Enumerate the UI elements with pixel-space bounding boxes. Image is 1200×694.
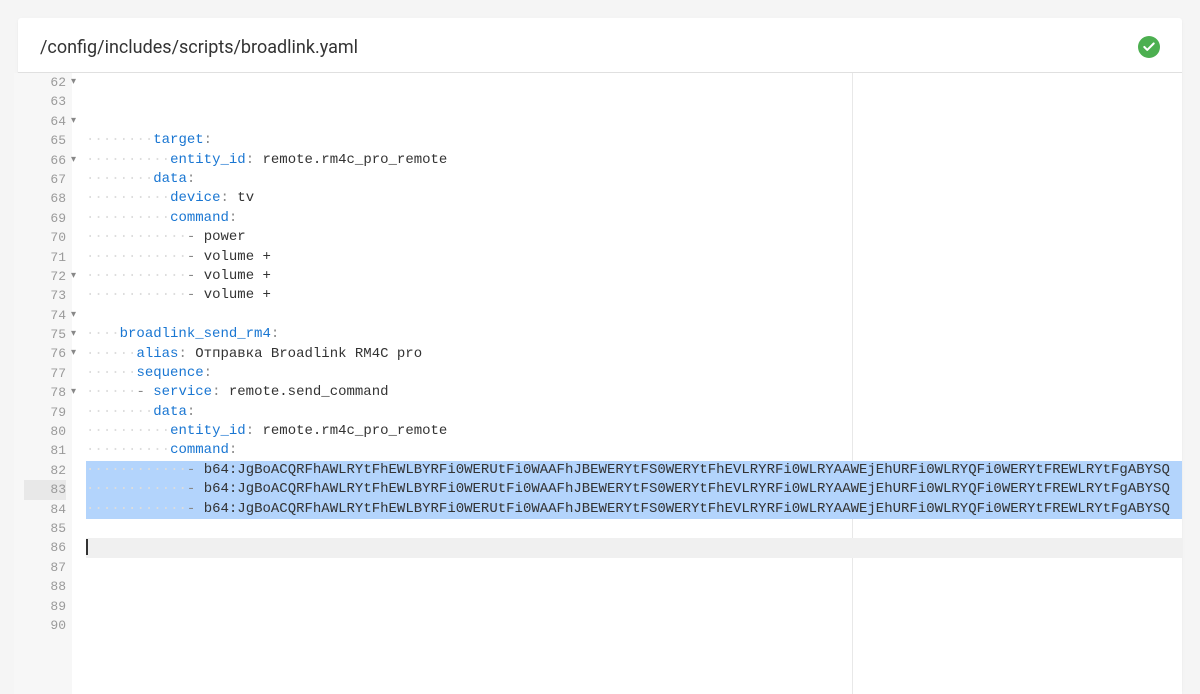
code-editor[interactable]: 6263646566676869707172737475767778798081… (14, 73, 1182, 694)
status-ok-icon (1138, 36, 1160, 58)
line-number[interactable]: 71 (24, 248, 66, 267)
text-cursor (86, 539, 88, 555)
file-path[interactable]: /config/includes/scripts/broadlink.yaml (40, 37, 358, 58)
code-line[interactable]: ··········entity_id: remote.rm4c_pro_rem… (86, 422, 1182, 441)
line-number[interactable]: 84 (24, 500, 66, 519)
line-number[interactable]: 77 (24, 364, 66, 383)
code-line[interactable] (86, 616, 1182, 635)
code-line[interactable]: ··········device: tv (86, 189, 1182, 208)
code-line[interactable]: ······- service: remote.send_command (86, 383, 1182, 402)
line-number[interactable]: 74 (24, 306, 66, 325)
line-number[interactable]: 87 (24, 558, 66, 577)
line-number[interactable]: 64 (24, 112, 66, 131)
code-line[interactable]: ······sequence: (86, 364, 1182, 383)
code-line[interactable] (86, 674, 1182, 693)
code-line[interactable] (86, 558, 1182, 577)
code-line[interactable]: ··········entity_id: remote.rm4c_pro_rem… (86, 151, 1182, 170)
line-number[interactable]: 78 (24, 383, 66, 402)
code-line[interactable]: ········target: (86, 131, 1182, 150)
line-number[interactable]: 75 (24, 325, 66, 344)
line-number[interactable]: 89 (24, 597, 66, 616)
code-line[interactable] (86, 635, 1182, 654)
code-line[interactable]: ········data: (86, 403, 1182, 422)
line-number[interactable]: 73 (24, 286, 66, 305)
line-number[interactable]: 81 (24, 441, 66, 460)
line-number[interactable]: 83 (24, 480, 66, 499)
line-number[interactable]: 85 (24, 519, 66, 538)
line-number[interactable]: 86 (24, 538, 66, 557)
code-line[interactable]: ············- b64:JgBoACQRFhAWLRYtFhEWLB… (86, 480, 1182, 499)
line-number[interactable]: 65 (24, 131, 66, 150)
line-number[interactable]: 76 (24, 344, 66, 363)
code-line[interactable] (86, 306, 1182, 325)
code-line[interactable] (86, 655, 1182, 674)
code-line[interactable]: ······alias: Отправка Broadlink RM4C pro (86, 345, 1182, 364)
code-line[interactable]: ············- b64:JgBoACQRFhAWLRYtFhEWLB… (86, 500, 1182, 519)
code-line[interactable]: ····broadlink_send_rm4: (86, 325, 1182, 344)
line-number[interactable]: 62 (24, 73, 66, 92)
code-line[interactable]: ··········command: (86, 209, 1182, 228)
code-line[interactable] (86, 519, 1182, 538)
code-line[interactable]: ········data: (86, 170, 1182, 189)
code-line[interactable] (86, 597, 1182, 616)
code-line[interactable] (86, 538, 1182, 557)
line-number[interactable]: 67 (24, 170, 66, 189)
line-number[interactable]: 68 (24, 189, 66, 208)
line-number-gutter[interactable]: 6263646566676869707172737475767778798081… (14, 73, 72, 694)
line-number[interactable]: 66 (24, 151, 66, 170)
line-number[interactable]: 72 (24, 267, 66, 286)
code-line[interactable]: ············- volume + (86, 248, 1182, 267)
line-number[interactable]: 88 (24, 577, 66, 596)
code-line[interactable]: ············- volume + (86, 286, 1182, 305)
code-line[interactable]: ············- b64:JgBoACQRFhAWLRYtFhEWLB… (86, 461, 1182, 480)
line-number[interactable]: 79 (24, 403, 66, 422)
editor-header: /config/includes/scripts/broadlink.yaml (18, 18, 1182, 73)
line-number[interactable]: 63 (24, 92, 66, 111)
code-line[interactable]: ··········command: (86, 441, 1182, 460)
code-line[interactable]: ············- volume + (86, 267, 1182, 286)
code-content[interactable]: ········target:··········entity_id: remo… (72, 73, 1182, 694)
line-number[interactable]: 82 (24, 461, 66, 480)
editor-container: /config/includes/scripts/broadlink.yaml … (18, 18, 1182, 694)
line-number[interactable]: 69 (24, 209, 66, 228)
line-number[interactable]: 80 (24, 422, 66, 441)
code-line[interactable] (86, 577, 1182, 596)
line-number[interactable]: 90 (24, 616, 66, 635)
line-number[interactable]: 70 (24, 228, 66, 247)
code-line[interactable]: ············- power (86, 228, 1182, 247)
